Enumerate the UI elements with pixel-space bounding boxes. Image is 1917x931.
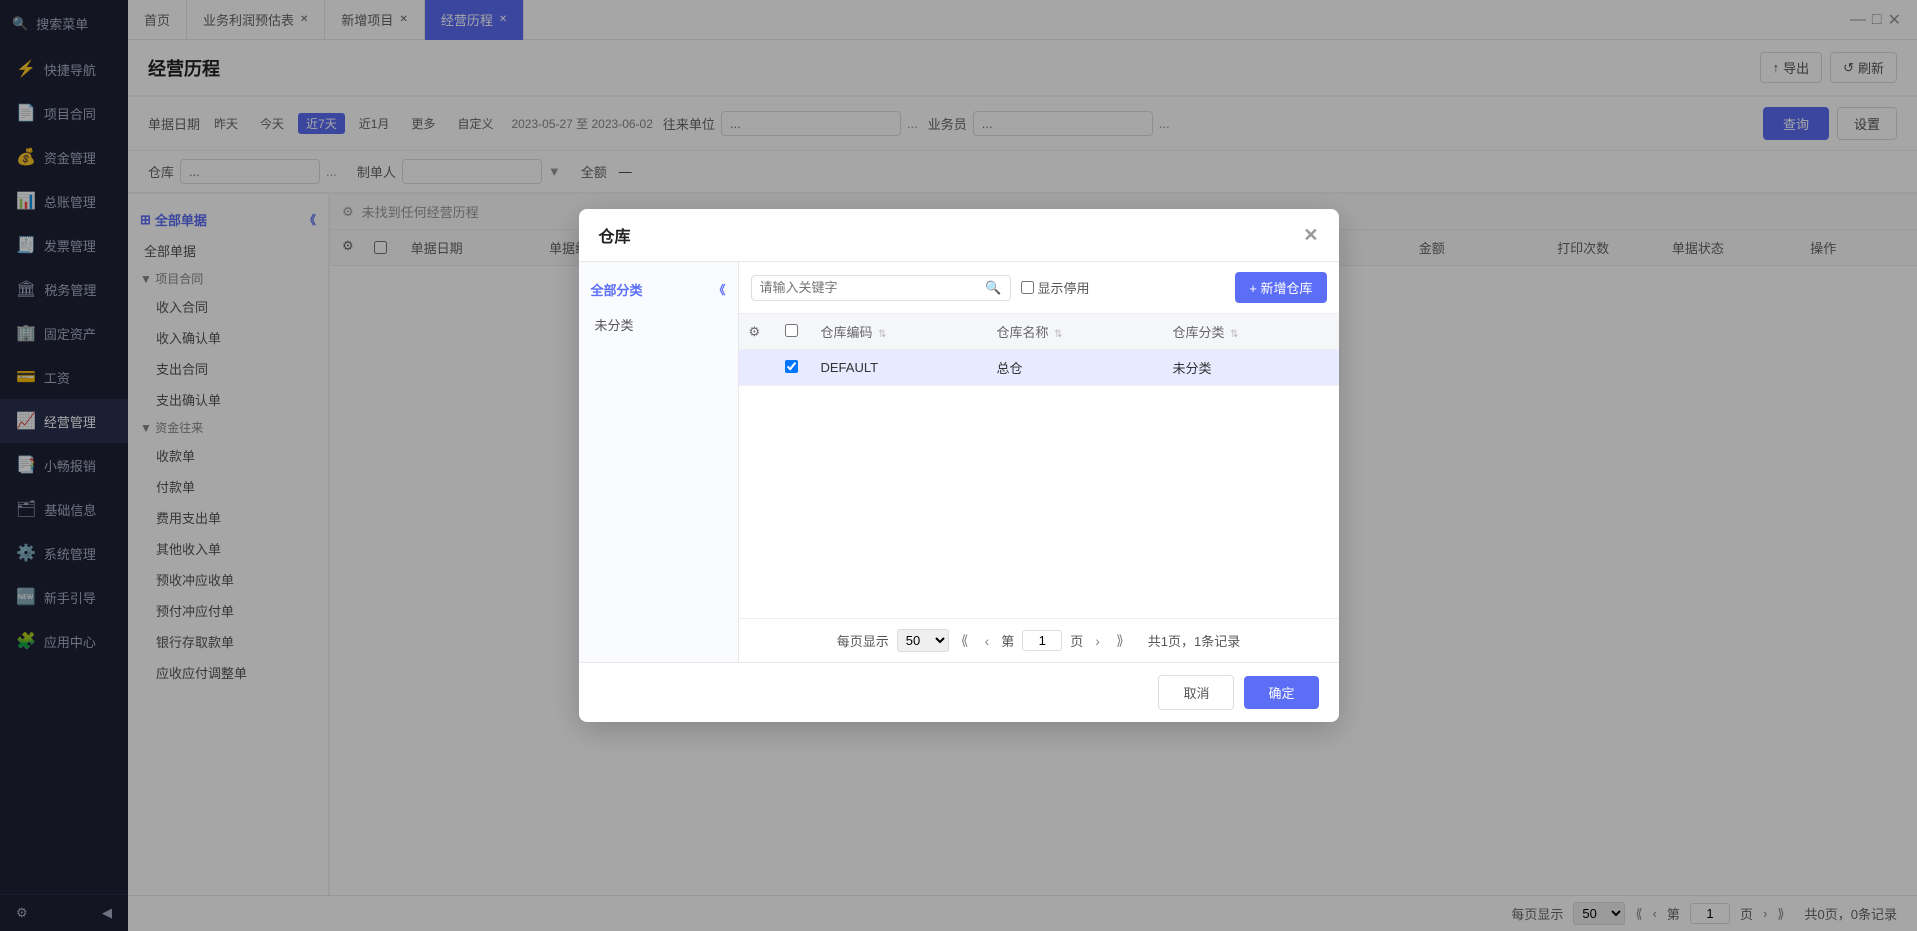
show-disabled-text: 显示停用 <box>1038 278 1090 297</box>
add-warehouse-button[interactable]: + 新增仓库 <box>1235 272 1326 303</box>
dialog-page-size-select[interactable]: 50 100 <box>897 629 949 652</box>
dialog-close-button[interactable]: ✕ <box>1303 225 1318 246</box>
dialog-footer: 取消 确定 <box>579 662 1339 722</box>
show-disabled-label[interactable]: 显示停用 <box>1021 278 1090 297</box>
dialog-body: 全部分类 《 未分类 🔍 显示停用 <box>579 262 1339 662</box>
dialog-toolbar: 🔍 显示停用 + 新增仓库 <box>739 262 1339 314</box>
dialog-next-page-btn[interactable]: › <box>1091 631 1104 651</box>
table-header-row: ⚙ 仓库编码 ⇅ 仓库名称 ⇅ 仓库分类 ⇅ <box>739 314 1339 350</box>
cancel-button[interactable]: 取消 <box>1158 675 1234 710</box>
row-category: 未分类 <box>1163 350 1339 386</box>
table-select-all[interactable] <box>785 324 798 337</box>
dialog-page-input[interactable] <box>1022 630 1062 651</box>
dialog-left-title: 全部分类 <box>591 280 643 299</box>
dialog-page-size-label: 每页显示 <box>837 631 889 650</box>
dialog-left-header: 全部分类 《 <box>579 272 738 307</box>
dialog-header: 仓库 ✕ <box>579 209 1339 262</box>
dialog-search-box: 🔍 <box>751 275 1011 301</box>
dialog-left-item-label: 未分类 <box>595 318 634 333</box>
table-row[interactable]: DEFAULT 总仓 未分类 <box>739 350 1339 386</box>
row-select-checkbox[interactable] <box>785 360 798 373</box>
dialog-left-collapse-icon[interactable]: 《 <box>713 281 725 298</box>
show-disabled-checkbox[interactable] <box>1021 281 1034 294</box>
warehouse-dialog: 仓库 ✕ 全部分类 《 未分类 🔍 <box>579 209 1339 722</box>
dialog-prev-page-btn[interactable]: ‹ <box>981 631 994 651</box>
dialog-total-info: 共1页，1条记录 <box>1148 631 1240 650</box>
dialog-first-page-btn[interactable]: ⟪ <box>957 630 973 651</box>
dialog-pagination: 每页显示 50 100 ⟪ ‹ 第 页 › ⟫ 共1页，1条记录 <box>739 618 1339 662</box>
th-gear: ⚙ <box>739 314 775 350</box>
th-code[interactable]: 仓库编码 ⇅ <box>811 314 987 350</box>
th-category[interactable]: 仓库分类 ⇅ <box>1163 314 1339 350</box>
th-gear-icon[interactable]: ⚙ <box>749 324 761 339</box>
warehouse-table: ⚙ 仓库编码 ⇅ 仓库名称 ⇅ 仓库分类 ⇅ DEFAUL <box>739 314 1339 386</box>
dialog-overlay: 仓库 ✕ 全部分类 《 未分类 🔍 <box>0 0 1917 931</box>
dialog-left-item-uncategorized[interactable]: 未分类 <box>579 307 738 342</box>
row-name: 总仓 <box>987 350 1163 386</box>
th-checkbox <box>775 314 811 350</box>
dialog-right-panel: 🔍 显示停用 + 新增仓库 ⚙ <box>739 262 1339 662</box>
dialog-title: 仓库 <box>599 223 631 247</box>
dialog-left-panel: 全部分类 《 未分类 <box>579 262 739 662</box>
dialog-table-container: ⚙ 仓库编码 ⇅ 仓库名称 ⇅ 仓库分类 ⇅ DEFAUL <box>739 314 1339 618</box>
dialog-last-page-btn[interactable]: ⟫ <box>1112 630 1128 651</box>
dialog-search-input[interactable] <box>760 280 980 295</box>
row-checkbox <box>775 350 811 386</box>
row-code: DEFAULT <box>811 350 987 386</box>
dialog-search-icon: 🔍 <box>985 280 1001 296</box>
dialog-page-label: 第 <box>1001 631 1014 650</box>
dialog-page-unit: 页 <box>1070 631 1083 650</box>
confirm-button[interactable]: 确定 <box>1244 676 1318 709</box>
th-name[interactable]: 仓库名称 ⇅ <box>987 314 1163 350</box>
row-gear <box>739 350 775 386</box>
